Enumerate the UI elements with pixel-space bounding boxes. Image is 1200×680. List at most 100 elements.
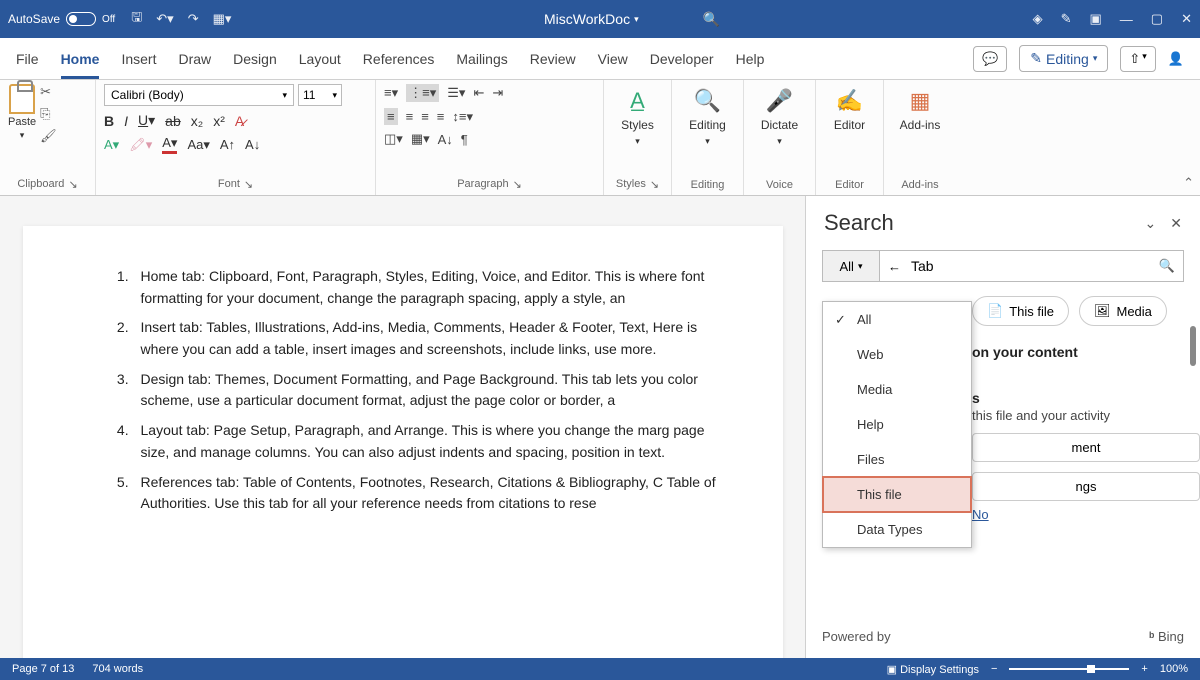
dialog-launcher-icon[interactable]: ↘ xyxy=(513,178,522,191)
sort-button[interactable]: A↓ xyxy=(438,132,453,147)
list-item[interactable]: References tab: Table of Contents, Footn… xyxy=(133,472,733,515)
suggestion-button-1[interactable]: ment xyxy=(972,433,1200,462)
list-item[interactable]: Insert tab: Tables, Illustrations, Add-i… xyxy=(133,317,733,360)
dictate-button[interactable]: 🎤Dictate▾ xyxy=(752,84,807,151)
dropdown-item-files[interactable]: Files xyxy=(823,442,971,477)
shading-button[interactable]: ◫▾ xyxy=(384,131,403,147)
chip-this-file[interactable]: 📄This file xyxy=(972,296,1069,326)
chip-media[interactable]: 🖼Media xyxy=(1079,296,1167,326)
suggestion-button-2[interactable]: ngs xyxy=(972,472,1200,501)
chevron-down-icon[interactable]: ⌄ xyxy=(1145,215,1157,232)
tab-review[interactable]: Review xyxy=(530,47,576,71)
grow-font-button[interactable]: A↑ xyxy=(220,137,235,152)
maximize-icon[interactable]: ▢ xyxy=(1151,11,1163,27)
tab-layout[interactable]: Layout xyxy=(299,47,341,71)
no-link[interactable]: No xyxy=(956,501,1200,528)
table-icon[interactable]: ▦▾ xyxy=(213,11,232,27)
dropdown-item-data-types[interactable]: Data Types xyxy=(823,512,971,547)
comments-button[interactable]: 💬 xyxy=(973,46,1007,72)
superscript-button[interactable]: x² xyxy=(213,113,225,129)
collapse-ribbon-button[interactable]: ⌃ xyxy=(1183,175,1194,191)
tab-help[interactable]: Help xyxy=(736,47,765,71)
align-center-button[interactable]: ≡ xyxy=(406,109,414,124)
back-arrow-icon[interactable]: ← xyxy=(888,259,901,274)
zoom-in-button[interactable]: + xyxy=(1141,663,1147,675)
save-icon[interactable]: 🖫 xyxy=(131,8,142,30)
italic-button[interactable]: I xyxy=(124,113,128,129)
increase-indent-button[interactable]: ⇥ xyxy=(492,85,503,101)
format-painter-icon[interactable]: 🖌 xyxy=(40,128,57,144)
undo-icon[interactable]: ↶▾ xyxy=(156,11,173,27)
dropdown-item-web[interactable]: Web xyxy=(823,337,971,372)
list-item[interactable]: Layout tab: Page Setup, Paragraph, and A… xyxy=(133,420,733,463)
addins-button[interactable]: ▦Add-ins xyxy=(892,84,948,136)
dialog-launcher-icon[interactable]: ↘ xyxy=(244,178,253,191)
tab-insert[interactable]: Insert xyxy=(121,47,156,71)
scrollbar-thumb[interactable] xyxy=(1190,326,1196,366)
dropdown-item-all[interactable]: All xyxy=(823,302,971,337)
tab-home[interactable]: Home xyxy=(61,47,100,79)
zoom-level[interactable]: 100% xyxy=(1160,663,1188,675)
borders-button[interactable]: ▦▾ xyxy=(411,131,430,147)
document-title[interactable]: MiscWorkDoc ▾ 🔍 xyxy=(231,11,1032,28)
tab-design[interactable]: Design xyxy=(233,47,277,71)
font-name-select[interactable]: Calibri (Body)▾ xyxy=(104,84,294,106)
subscript-button[interactable]: x₂ xyxy=(191,113,203,129)
search-scope-dropdown[interactable]: All ▾ xyxy=(822,250,880,282)
dialog-launcher-icon[interactable]: ↘ xyxy=(650,178,659,191)
underline-button[interactable]: U▾ xyxy=(138,112,155,129)
font-size-select[interactable]: 11▾ xyxy=(298,84,342,106)
multilevel-button[interactable]: ☰▾ xyxy=(447,85,465,101)
dropdown-item-media[interactable]: Media xyxy=(823,372,971,407)
page-indicator[interactable]: Page 7 of 13 xyxy=(12,663,74,675)
clear-format-button[interactable]: A̷ xyxy=(235,113,244,129)
bold-button[interactable]: B xyxy=(104,113,114,129)
autosave-toggle[interactable]: AutoSave Off xyxy=(8,12,115,26)
bullets-button[interactable]: ≡▾ xyxy=(384,85,398,101)
window-icon[interactable]: ▣ xyxy=(1090,11,1102,27)
align-left-button[interactable]: ≡ xyxy=(384,108,398,125)
editor-button[interactable]: ✍Editor xyxy=(824,84,875,136)
dropdown-item-help[interactable]: Help xyxy=(823,407,971,442)
highlight-button[interactable]: 🖍▾ xyxy=(129,137,152,153)
share-button[interactable]: ⇧ ▾ xyxy=(1120,46,1155,72)
decrease-indent-button[interactable]: ⇤ xyxy=(473,85,484,101)
tab-view[interactable]: View xyxy=(598,47,628,71)
dialog-launcher-icon[interactable]: ↘ xyxy=(68,178,77,191)
close-pane-icon[interactable]: ✕ xyxy=(1170,215,1182,232)
tab-references[interactable]: References xyxy=(363,47,435,71)
search-icon[interactable]: 🔍 xyxy=(1159,258,1175,274)
strike-button[interactable]: ab xyxy=(165,113,181,129)
list-item[interactable]: Home tab: Clipboard, Font, Paragraph, St… xyxy=(133,266,733,309)
close-icon[interactable]: ✕ xyxy=(1181,11,1192,27)
diamond-icon[interactable]: ◈ xyxy=(1033,11,1043,27)
profile-icon[interactable]: 👤 xyxy=(1168,51,1184,67)
font-color-button[interactable]: A▾ xyxy=(162,135,177,154)
change-case-button[interactable]: Aa▾ xyxy=(187,137,209,153)
numbering-button[interactable]: ⋮≡▾ xyxy=(406,84,439,102)
tab-file[interactable]: File xyxy=(16,47,39,71)
align-right-button[interactable]: ≡ xyxy=(421,109,429,124)
search-input[interactable] xyxy=(911,258,1149,274)
tab-mailings[interactable]: Mailings xyxy=(456,47,507,71)
paste-button[interactable]: Paste ▾ xyxy=(8,84,36,141)
minimize-icon[interactable]: — xyxy=(1120,12,1133,27)
redo-icon[interactable]: ↷ xyxy=(188,11,199,27)
editing-mode-button[interactable]: ✎ Editing ▾ xyxy=(1019,45,1108,72)
search-box[interactable]: ← 🔍 xyxy=(880,250,1184,282)
line-spacing-button[interactable]: ↕≡▾ xyxy=(452,109,473,125)
tab-draw[interactable]: Draw xyxy=(178,47,211,71)
text-effects-button[interactable]: A▾ xyxy=(104,137,119,153)
search-title-icon[interactable]: 🔍 xyxy=(703,11,720,28)
list-item[interactable]: Design tab: Themes, Document Formatting,… xyxy=(133,369,733,412)
cut-icon[interactable]: ✂ xyxy=(40,84,57,100)
dropdown-item-this-file[interactable]: This file xyxy=(823,477,971,512)
editing-button[interactable]: 🔍Editing▾ xyxy=(680,84,735,151)
tab-developer[interactable]: Developer xyxy=(650,47,714,71)
show-marks-button[interactable]: ¶ xyxy=(461,132,468,147)
styles-button[interactable]: A̲Styles▾ xyxy=(612,84,663,151)
document-area[interactable]: Home tab: Clipboard, Font, Paragraph, St… xyxy=(0,196,805,658)
shrink-font-button[interactable]: A↓ xyxy=(245,137,260,152)
copy-icon[interactable]: ⎘ xyxy=(40,106,57,122)
zoom-slider[interactable] xyxy=(1009,668,1129,670)
